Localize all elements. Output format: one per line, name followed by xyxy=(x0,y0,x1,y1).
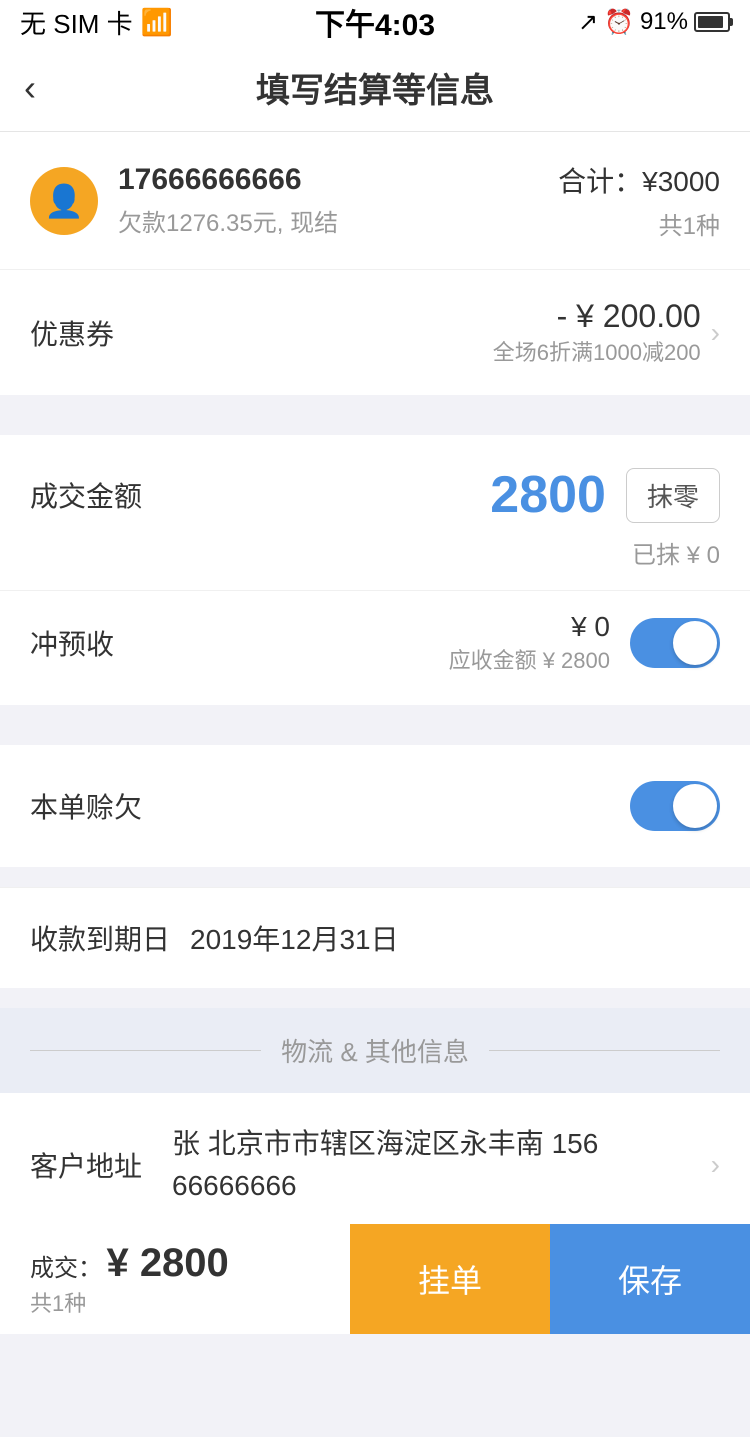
section-gap-3 xyxy=(0,988,750,1008)
amount-value: 2800 xyxy=(490,465,606,525)
user-total: 合计：¥3000 共1种 xyxy=(558,160,720,241)
logistics-text: 物流 & 其他信息 xyxy=(261,1032,489,1069)
total-count: 共1种 xyxy=(558,206,720,241)
debt-label: 本单赊欠 xyxy=(30,786,142,826)
save-button[interactable]: 保存 xyxy=(550,1224,750,1334)
status-left: 无 SIM 卡 📶 xyxy=(20,4,173,41)
toggle-knob xyxy=(673,621,717,665)
amount-section: 成交金额 2800 抹零 已抹 ¥ 0 冲预收 ¥ 0 应收金额 ¥ 2800 xyxy=(0,435,750,705)
coupon-info: - ¥ 200.00 全场6折满1000减200 xyxy=(493,298,701,367)
hold-button[interactable]: 挂单 xyxy=(350,1224,550,1334)
pre-amount: ¥ 0 xyxy=(449,611,610,643)
due-date-row: 收款到期日 2019年12月31日 xyxy=(0,887,750,988)
due-date-label: 收款到期日 xyxy=(30,918,170,958)
debt-row: 本单赊欠 xyxy=(0,745,750,867)
user-section: 👤 17666666666 欠款1276.35元, 现结 合计：¥3000 共1… xyxy=(0,132,750,395)
back-button[interactable]: ‹ xyxy=(24,67,36,109)
user-left: 👤 17666666666 欠款1276.35元, 现结 xyxy=(30,163,338,238)
coupon-label: 优惠券 xyxy=(30,313,114,353)
logistics-line-left xyxy=(30,1050,261,1051)
bottom-amount: ¥ 2800 xyxy=(106,1241,228,1285)
amount-label: 成交金额 xyxy=(30,475,142,515)
location-icon: ↗ xyxy=(578,8,598,37)
coupon-desc: 全场6折满1000减200 xyxy=(493,335,701,367)
wifi-icon: 📶 xyxy=(141,7,173,38)
bottom-bar: 成交： ¥ 2800 共1种 挂单 保存 xyxy=(0,1224,750,1334)
user-info: 17666666666 欠款1276.35元, 现结 xyxy=(118,163,338,238)
coupon-discount: - ¥ 200.00 xyxy=(493,298,701,335)
pre-collection-row: 冲预收 ¥ 0 应收金额 ¥ 2800 xyxy=(0,590,750,705)
user-debt: 欠款1276.35元, 现结 xyxy=(118,203,338,238)
due-date-value: 2019年12月31日 xyxy=(190,918,399,958)
address-label: 客户地址 xyxy=(30,1145,142,1185)
pre-collection-right: ¥ 0 应收金额 ¥ 2800 xyxy=(449,611,720,675)
pre-collection-label: 冲预收 xyxy=(30,623,114,663)
user-phone: 17666666666 xyxy=(118,163,338,197)
debt-toggle[interactable] xyxy=(630,781,720,831)
status-right: ↗ ⏰ 91% xyxy=(578,8,730,37)
round-button[interactable]: 抹零 xyxy=(626,468,720,523)
amount-row: 成交金额 2800 抹零 xyxy=(0,435,750,535)
alarm-icon: ⏰ xyxy=(604,8,634,37)
address-chevron-icon: › xyxy=(711,1149,720,1181)
bottom-count: 共1种 xyxy=(30,1286,320,1318)
bottom-label: 成交： xyxy=(30,1255,102,1282)
battery-icon xyxy=(694,12,730,32)
avatar-icon: 👤 xyxy=(44,182,84,220)
logistics-line-right xyxy=(489,1050,720,1051)
address-row[interactable]: 客户地址 张 北京市市辖区海淀区永丰南 156 66666666 › xyxy=(0,1093,750,1237)
coupon-row[interactable]: 优惠券 - ¥ 200.00 全场6折满1000减200 › xyxy=(0,269,750,395)
coupon-chevron-icon: › xyxy=(711,317,720,349)
battery-percent: 91% xyxy=(640,8,688,36)
logistics-header: 物流 & 其他信息 xyxy=(0,1008,750,1093)
status-time: 下午4:03 xyxy=(315,0,435,44)
bottom-label-amount: 成交： ¥ 2800 xyxy=(30,1241,320,1286)
section-gap-2 xyxy=(0,725,750,745)
bottom-summary: 成交： ¥ 2800 共1种 xyxy=(0,1241,350,1318)
amount-right: 2800 抹零 xyxy=(490,465,720,525)
address-value: 张 北京市市辖区海淀区永丰南 156 66666666 xyxy=(172,1123,711,1207)
amount-sub: 已抹 ¥ 0 xyxy=(0,535,750,590)
user-row: 👤 17666666666 欠款1276.35元, 现结 合计：¥3000 共1… xyxy=(0,132,750,269)
page-title: 填写结算等信息 xyxy=(256,63,494,112)
section-gap-1 xyxy=(0,415,750,435)
status-bar: 无 SIM 卡 📶 下午4:03 ↗ ⏰ 91% xyxy=(0,0,750,44)
pre-sub: 应收金额 ¥ 2800 xyxy=(449,643,610,675)
debt-toggle-knob xyxy=(673,784,717,828)
pre-collection-toggle[interactable] xyxy=(630,618,720,668)
avatar: 👤 xyxy=(30,167,98,235)
pre-amount-block: ¥ 0 应收金额 ¥ 2800 xyxy=(449,611,610,675)
total-amount: 合计：¥3000 xyxy=(558,160,720,200)
coupon-right: - ¥ 200.00 全场6折满1000减200 › xyxy=(493,298,720,367)
carrier-text: 无 SIM 卡 xyxy=(20,4,133,41)
nav-bar: ‹ 填写结算等信息 xyxy=(0,44,750,132)
